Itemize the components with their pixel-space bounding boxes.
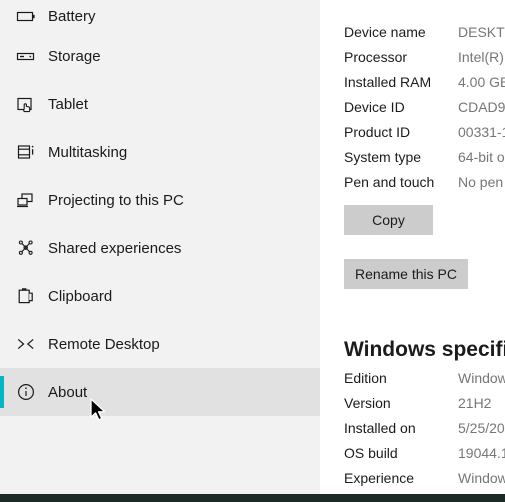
storage-icon xyxy=(15,45,37,67)
sidebar-item-clipboard[interactable]: Clipboard xyxy=(0,272,320,320)
sidebar-item-remote-desktop[interactable]: Remote Desktop xyxy=(0,320,320,368)
spec-row-device-name: Device name DESKTO xyxy=(320,22,505,47)
spec-row-pen-and-touch: Pen and touch No pen xyxy=(320,172,505,197)
info-icon xyxy=(15,381,37,403)
rename-this-pc-button[interactable]: Rename this PC xyxy=(344,259,468,289)
multitasking-icon xyxy=(15,141,37,163)
spec-label: Installed on xyxy=(344,420,416,436)
spec-value: Window xyxy=(458,470,505,486)
spec-value: 64-bit o xyxy=(458,149,505,165)
spec-label: OS build xyxy=(344,445,398,461)
spec-label: Device name xyxy=(344,24,426,40)
sidebar-item-multitasking[interactable]: Multitasking xyxy=(0,128,320,176)
spec-label: Product ID xyxy=(344,124,411,140)
spec-value: Window xyxy=(458,370,505,386)
spec-label: Experience xyxy=(344,470,415,486)
sidebar-item-label: Shared experiences xyxy=(48,239,182,257)
tablet-icon xyxy=(15,93,37,115)
selection-accent-bar xyxy=(0,376,4,408)
spec-label: Edition xyxy=(344,370,387,386)
sidebar-item-label: Clipboard xyxy=(48,287,113,305)
projecting-icon xyxy=(15,189,37,211)
spec-row-os-build: OS build 19044.1 xyxy=(320,443,505,468)
spec-value: CDAD9/ xyxy=(458,99,505,115)
sidebar-item-label: Storage xyxy=(48,47,101,65)
sidebar-item-about[interactable]: About xyxy=(0,368,320,416)
shared-experiences-icon xyxy=(15,237,37,259)
spec-value: 21H2 xyxy=(458,395,492,411)
settings-sidebar: Battery Storage Tablet Multitasking Proj… xyxy=(0,0,320,494)
spec-row-product-id: Product ID 00331-1 xyxy=(320,122,505,147)
spec-row-device-id: Device ID CDAD9/ xyxy=(320,97,505,122)
remote-desktop-icon xyxy=(15,333,37,355)
windows-specifications-heading: Windows specifica xyxy=(344,338,505,362)
spec-value: 19044.1 xyxy=(458,445,505,461)
bottom-bar xyxy=(0,494,505,502)
spec-row-installed-on: Installed on 5/25/20 xyxy=(320,418,505,443)
spec-value: 00331-1 xyxy=(458,124,505,140)
sidebar-item-label: Remote Desktop xyxy=(48,335,160,353)
spec-row-edition: Edition Window xyxy=(320,368,505,393)
spec-row-system-type: System type 64-bit o xyxy=(320,147,505,172)
sidebar-item-shared-experiences[interactable]: Shared experiences xyxy=(0,224,320,272)
spec-row-processor: Processor Intel(R) xyxy=(320,47,505,72)
spec-value: 5/25/20 xyxy=(458,420,505,436)
spec-row-version: Version 21H2 xyxy=(320,393,505,418)
clipboard-icon xyxy=(15,285,37,307)
sidebar-item-storage[interactable]: Storage xyxy=(0,32,320,80)
spec-label: System type xyxy=(344,149,422,165)
copy-button[interactable]: Copy xyxy=(344,205,433,235)
spec-row-installed-ram: Installed RAM 4.00 GB xyxy=(320,72,505,97)
spec-label: Version xyxy=(344,395,391,411)
spec-label: Installed RAM xyxy=(344,74,432,90)
spec-label: Processor xyxy=(344,49,408,65)
spec-label: Device ID xyxy=(344,99,405,115)
battery-icon xyxy=(15,5,37,27)
spec-value: No pen xyxy=(458,174,504,190)
sidebar-item-label: Battery xyxy=(48,7,96,25)
spec-row-experience: Experience Window xyxy=(320,468,505,493)
sidebar-item-tablet[interactable]: Tablet xyxy=(0,80,320,128)
spec-value: DESKTO xyxy=(458,24,505,40)
sidebar-item-label: About xyxy=(48,383,88,401)
spec-label: Pen and touch xyxy=(344,174,435,190)
about-content-panel: Device name DESKTO Processor Intel(R) In… xyxy=(320,0,505,494)
sidebar-item-label: Tablet xyxy=(48,95,89,113)
settings-window: Battery Storage Tablet Multitasking Proj… xyxy=(0,0,505,502)
sidebar-item-label: Projecting to this PC xyxy=(48,191,184,209)
spec-value: Intel(R) xyxy=(458,49,504,65)
spec-value: 4.00 GB xyxy=(458,74,505,90)
sidebar-item-projecting-to-this-pc[interactable]: Projecting to this PC xyxy=(0,176,320,224)
sidebar-item-label: Multitasking xyxy=(48,143,128,161)
